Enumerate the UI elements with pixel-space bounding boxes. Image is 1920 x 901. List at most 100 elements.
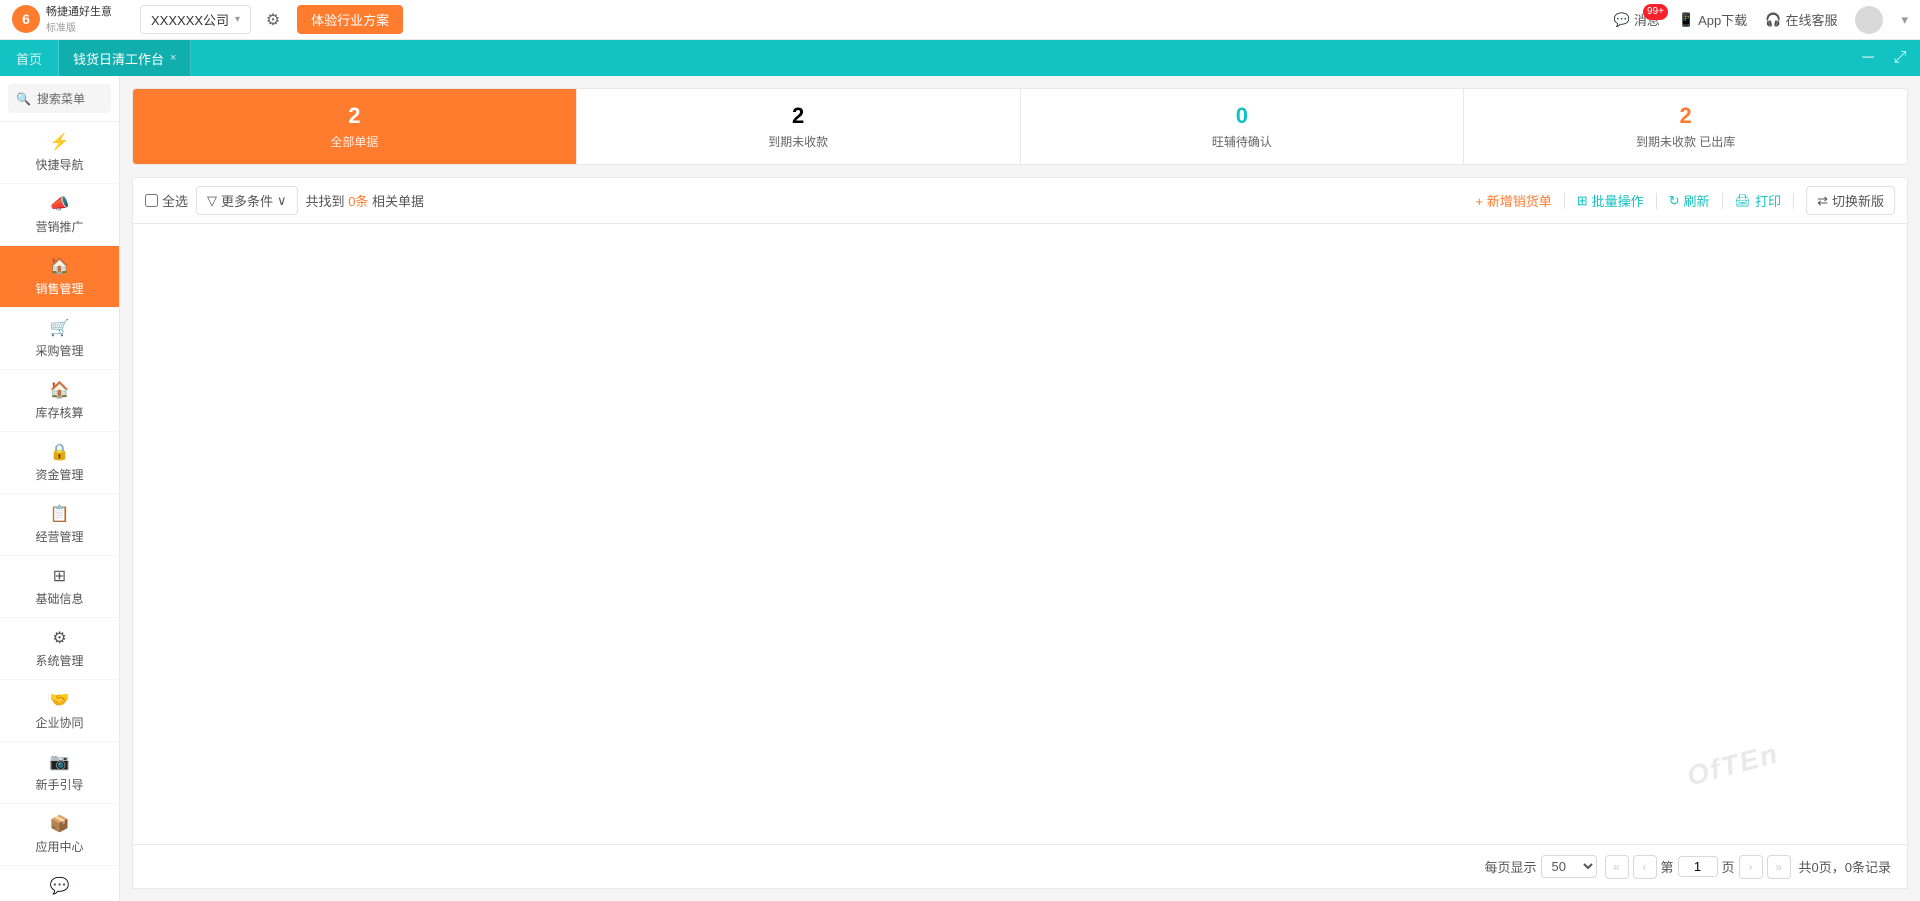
refresh-button[interactable]: ↻ 刷新	[1669, 191, 1710, 210]
finance-icon: 🔒	[50, 442, 70, 462]
sidebar-item-marketing[interactable]: 📣 营销推广	[0, 184, 119, 246]
tab-minimize-button[interactable]: ─	[1856, 46, 1880, 70]
page-suffix: 页	[1722, 857, 1735, 876]
search-label: 搜索菜单	[37, 90, 85, 107]
stat-count-overdue: 2	[792, 103, 804, 129]
app-center-icon: 📦	[50, 814, 70, 834]
message-item[interactable]: 💬 消息 99+	[1614, 10, 1660, 29]
page-nav: « ‹ 第 页 › »	[1605, 855, 1791, 879]
pagination-bar: 每页显示 50 100 200 « ‹ 第 页 › » 共0页，0条记录	[132, 845, 1908, 889]
select-all-checkbox[interactable]: 全选	[145, 191, 188, 210]
sidebar-item-guide[interactable]: 📷 新手引导	[0, 742, 119, 804]
app-download-icon: 📱	[1678, 12, 1694, 28]
tab-home[interactable]: 首页	[0, 40, 59, 76]
guide-icon: 📷	[50, 752, 70, 772]
sidebar-search-area: 🔍 搜索菜单	[0, 76, 119, 122]
sidebar-item-label: 资金管理	[35, 466, 83, 483]
sidebar-item-operations[interactable]: 📋 经营管理	[0, 494, 119, 556]
sidebar-item-label: 销售管理	[35, 280, 83, 297]
table-area	[132, 224, 1908, 845]
print-button[interactable]: 🖨 打印	[1735, 191, 1782, 210]
batch-operation-button[interactable]: ⊞ 批量操作	[1577, 191, 1644, 210]
logo-text-block: 畅捷通好生意 标准版	[46, 5, 112, 34]
company-name: XXXXXX公司	[151, 10, 229, 29]
search-icon: 🔍	[16, 92, 31, 106]
purchase-icon: 🛒	[50, 318, 70, 338]
select-all-label: 全选	[162, 191, 188, 210]
sidebar-item-app-center[interactable]: 📦 应用中心	[0, 804, 119, 866]
sidebar-item-label: 采购管理	[35, 342, 83, 359]
stat-label-wangwang: 旺辅待确认	[1212, 133, 1272, 150]
sidebar-item-quick-nav[interactable]: ⚡ 快捷导航	[0, 122, 119, 184]
logo-sub: 标准版	[46, 19, 112, 34]
stat-card-wangwang[interactable]: 0 旺辅待确认	[1021, 89, 1465, 164]
sidebar-item-label: 营销推广	[35, 218, 83, 235]
filter-button[interactable]: ▽ 更多条件 ∨	[196, 186, 298, 215]
switch-icon: ⇄	[1817, 193, 1828, 209]
per-page-selector[interactable]: 50 100 200	[1541, 855, 1597, 878]
sidebar-item-label: 库存核算	[35, 404, 83, 421]
toolbar-right: + 新增销货单 ⊞ 批量操作 ↻ 刷新 🖨 打印	[1475, 186, 1895, 215]
divider3	[1722, 193, 1723, 209]
settings-button[interactable]: ⚙	[259, 6, 287, 34]
sidebar-item-basic-info[interactable]: ⊞ 基础信息	[0, 556, 119, 618]
current-page-input[interactable]	[1678, 856, 1718, 877]
first-page-button[interactable]: «	[1605, 855, 1629, 879]
sidebar-item-sales[interactable]: 🏠 销售管理	[0, 246, 119, 308]
filter-chevron-icon: ∨	[277, 193, 287, 209]
sidebar-item-label: 应用中心	[35, 838, 83, 855]
user-chevron-icon: ▾	[1901, 12, 1908, 28]
sidebar-item-cooperation[interactable]: 🤝 企业协同	[0, 680, 119, 742]
tab-qianhuoriqing[interactable]: 钱货日清工作台 ×	[59, 40, 191, 76]
sidebar-item-inventory[interactable]: 🏠 库存核算	[0, 370, 119, 432]
tab-maximize-button[interactable]: ⤢	[1888, 46, 1912, 70]
next-page-button[interactable]: ›	[1739, 855, 1763, 879]
stat-label-overdue-out: 到期未收款 已出库	[1636, 133, 1735, 150]
company-selector[interactable]: XXXXXX公司 ▾	[140, 5, 251, 34]
stat-count-overdue-out: 2	[1680, 103, 1692, 129]
tab-close-icon[interactable]: ×	[170, 52, 176, 64]
sidebar: 🔍 搜索菜单 ⚡ 快捷导航 📣 营销推广 🏠 销售管理 🛒 采购管理 🏠 库存核…	[0, 76, 120, 901]
app-download-label: App下载	[1698, 10, 1747, 29]
stat-card-overdue[interactable]: 2 到期未收款	[577, 89, 1021, 164]
sidebar-item-label: 经营管理	[35, 528, 83, 545]
tab-bar: 首页 钱货日清工作台 × ─ ⤢	[0, 40, 1920, 76]
sidebar-item-label: 快捷导航	[35, 156, 83, 173]
online-service-item[interactable]: 🎧 在线客服	[1765, 10, 1837, 29]
found-suffix: 相关单据	[372, 194, 424, 209]
add-sales-order-button[interactable]: + 新增销货单	[1475, 191, 1551, 210]
logo-area: 6 畅捷通好生意 标准版	[12, 5, 132, 34]
content-inner: 2 全部单据 2 到期未收款 0 旺辅待确认 2 到期未收款 已出库	[120, 76, 1920, 901]
search-menu-button[interactable]: 🔍 搜索菜单	[8, 84, 111, 113]
stat-card-overdue-out[interactable]: 2 到期未收款 已出库	[1464, 89, 1907, 164]
found-prefix: 共找到	[306, 194, 345, 209]
top-bar-right: 💬 消息 99+ 📱 App下载 🎧 在线客服 ▾	[1614, 6, 1908, 34]
switch-version-button[interactable]: ⇄ 切换新版	[1806, 186, 1895, 215]
tab-label: 钱货日清工作台	[73, 49, 164, 68]
inventory-icon: 🏠	[50, 380, 70, 400]
sidebar-item-label: 基础信息	[35, 590, 83, 607]
stat-card-all[interactable]: 2 全部单据	[133, 89, 577, 164]
sidebar-item-wechat[interactable]: 💬 企业微信	[0, 866, 119, 901]
page-label: 第	[1661, 857, 1674, 876]
system-icon: ⚙	[52, 628, 66, 648]
switch-label: 切换新版	[1832, 191, 1884, 210]
user-name-area[interactable]: ▾	[1901, 12, 1908, 28]
sidebar-item-label: 企业协同	[35, 714, 83, 731]
divider2	[1656, 193, 1657, 209]
select-all-input[interactable]	[145, 194, 158, 207]
app-download-item[interactable]: 📱 App下载	[1678, 10, 1747, 29]
print-icon: 🖨	[1735, 193, 1752, 209]
trial-button[interactable]: 体验行业方案	[297, 5, 403, 34]
toolbar-left: 全选 ▽ 更多条件 ∨ 共找到 0条 相关单据	[145, 186, 424, 215]
sidebar-item-purchase[interactable]: 🛒 采购管理	[0, 308, 119, 370]
divider4	[1793, 193, 1794, 209]
sidebar-item-finance[interactable]: 🔒 资金管理	[0, 432, 119, 494]
last-page-button[interactable]: »	[1767, 855, 1791, 879]
marketing-icon: 📣	[50, 194, 70, 214]
stat-label-all: 全部单据	[330, 133, 378, 150]
prev-page-button[interactable]: ‹	[1633, 855, 1657, 879]
stat-count-all: 2	[348, 103, 360, 129]
sidebar-item-system[interactable]: ⚙ 系统管理	[0, 618, 119, 680]
user-avatar[interactable]	[1855, 6, 1883, 34]
